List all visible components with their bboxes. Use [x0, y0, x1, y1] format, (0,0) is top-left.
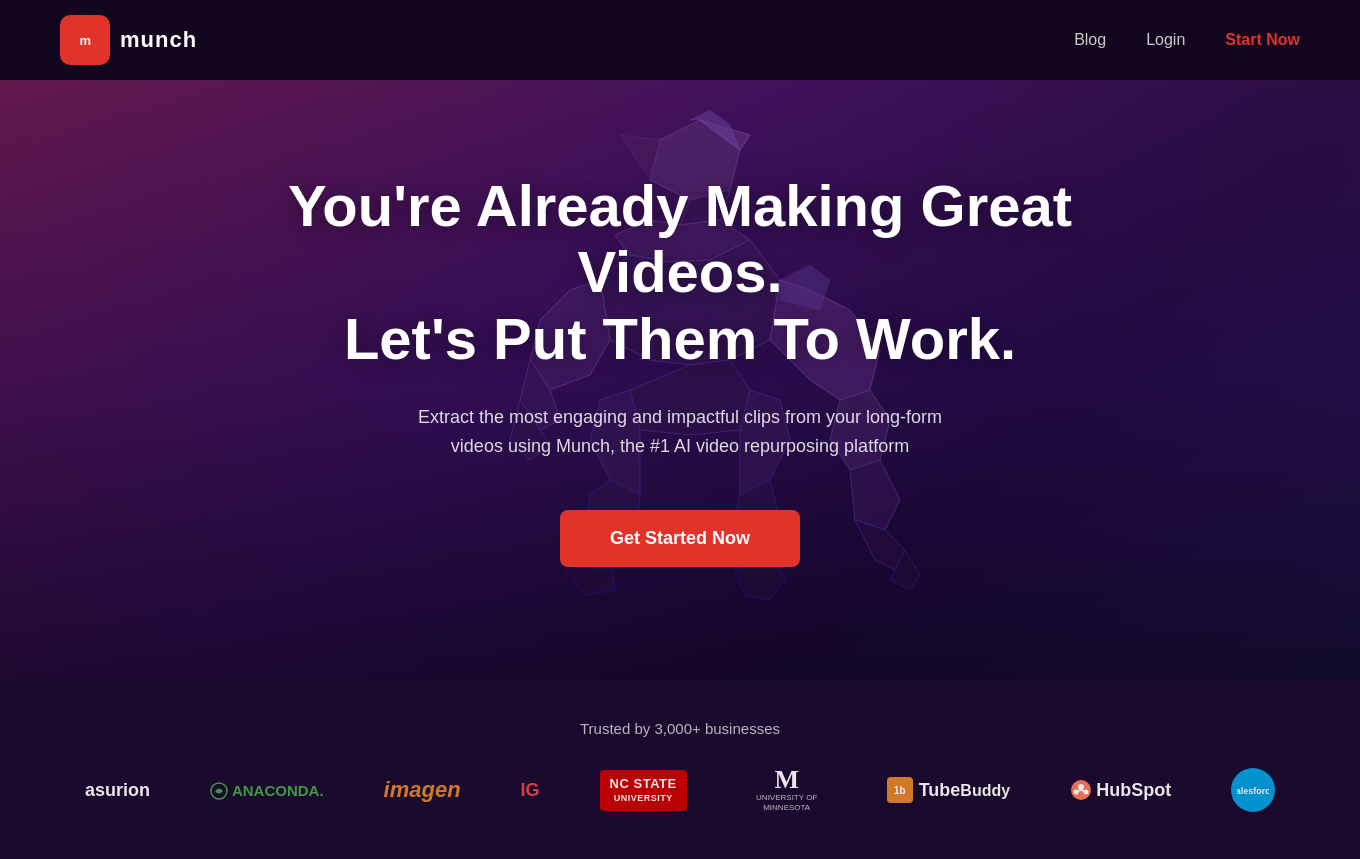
hero-title-line2: Let's Put Them To Work.	[344, 306, 1016, 371]
umn-logo: M UNIVERSITY OF MINNESOTA	[747, 767, 827, 814]
svg-point-25	[1078, 784, 1084, 790]
hero-subtitle: Extract the most engaging and impactful …	[400, 403, 960, 461]
trusted-label: Trusted by 3,000+ businesses	[0, 720, 1360, 737]
hero-title: You're Already Making Great Videos. Let'…	[250, 173, 1110, 373]
nav-links: Blog Login Start Now	[1074, 31, 1300, 49]
nav-start-now-button[interactable]: Start Now	[1225, 31, 1300, 49]
get-started-button[interactable]: Get Started Now	[560, 510, 800, 567]
logo-wordmark: munch	[120, 27, 197, 53]
navbar: m munch Blog Login Start Now	[0, 0, 1360, 80]
logo-asurion: asurion	[55, 780, 180, 801]
logo-hubspot: HubSpot	[1040, 779, 1201, 801]
hero-section: You're Already Making Great Videos. Let'…	[0, 80, 1360, 680]
logo-icon: m	[79, 33, 90, 48]
logo-imagen: imagen	[354, 777, 491, 803]
logo-ig: IG	[491, 780, 570, 801]
hero-content: You're Already Making Great Videos. Let'…	[230, 113, 1130, 648]
imagen-logo: imagen	[384, 777, 461, 803]
logo-salesforce: salesforce	[1201, 768, 1305, 812]
trusted-section: Trusted by 3,000+ businesses asurion ANA…	[0, 680, 1360, 844]
anaconda-logo: ANACONDA.	[210, 780, 324, 801]
logo-umn: M UNIVERSITY OF MINNESOTA	[717, 767, 857, 814]
hubspot-logo: HubSpot	[1070, 779, 1171, 801]
logo-container[interactable]: m munch	[60, 15, 197, 65]
svg-text:salesforce: salesforce	[1237, 786, 1269, 796]
ncstate-logo: NC STATE UNIVERSITY	[600, 770, 687, 811]
logo-ncstate: NC STATE UNIVERSITY	[570, 770, 717, 811]
logo-tubebuddy: 1b TubeBuddy	[857, 777, 1040, 803]
salesforce-logo: salesforce	[1231, 768, 1275, 812]
nav-blog[interactable]: Blog	[1074, 31, 1106, 49]
ig-logo: IG	[521, 780, 540, 801]
logo-box: m	[60, 15, 110, 65]
nav-login[interactable]: Login	[1146, 31, 1185, 49]
logos-strip: asurion ANACONDA. imagen IG NC STATE UNI…	[0, 767, 1360, 814]
tubebuddy-logo: 1b TubeBuddy	[887, 777, 1010, 803]
logo-anaconda: ANACONDA.	[180, 780, 354, 801]
asurion-logo: asurion	[85, 780, 150, 801]
hero-title-line1: You're Already Making Great Videos.	[288, 173, 1072, 305]
